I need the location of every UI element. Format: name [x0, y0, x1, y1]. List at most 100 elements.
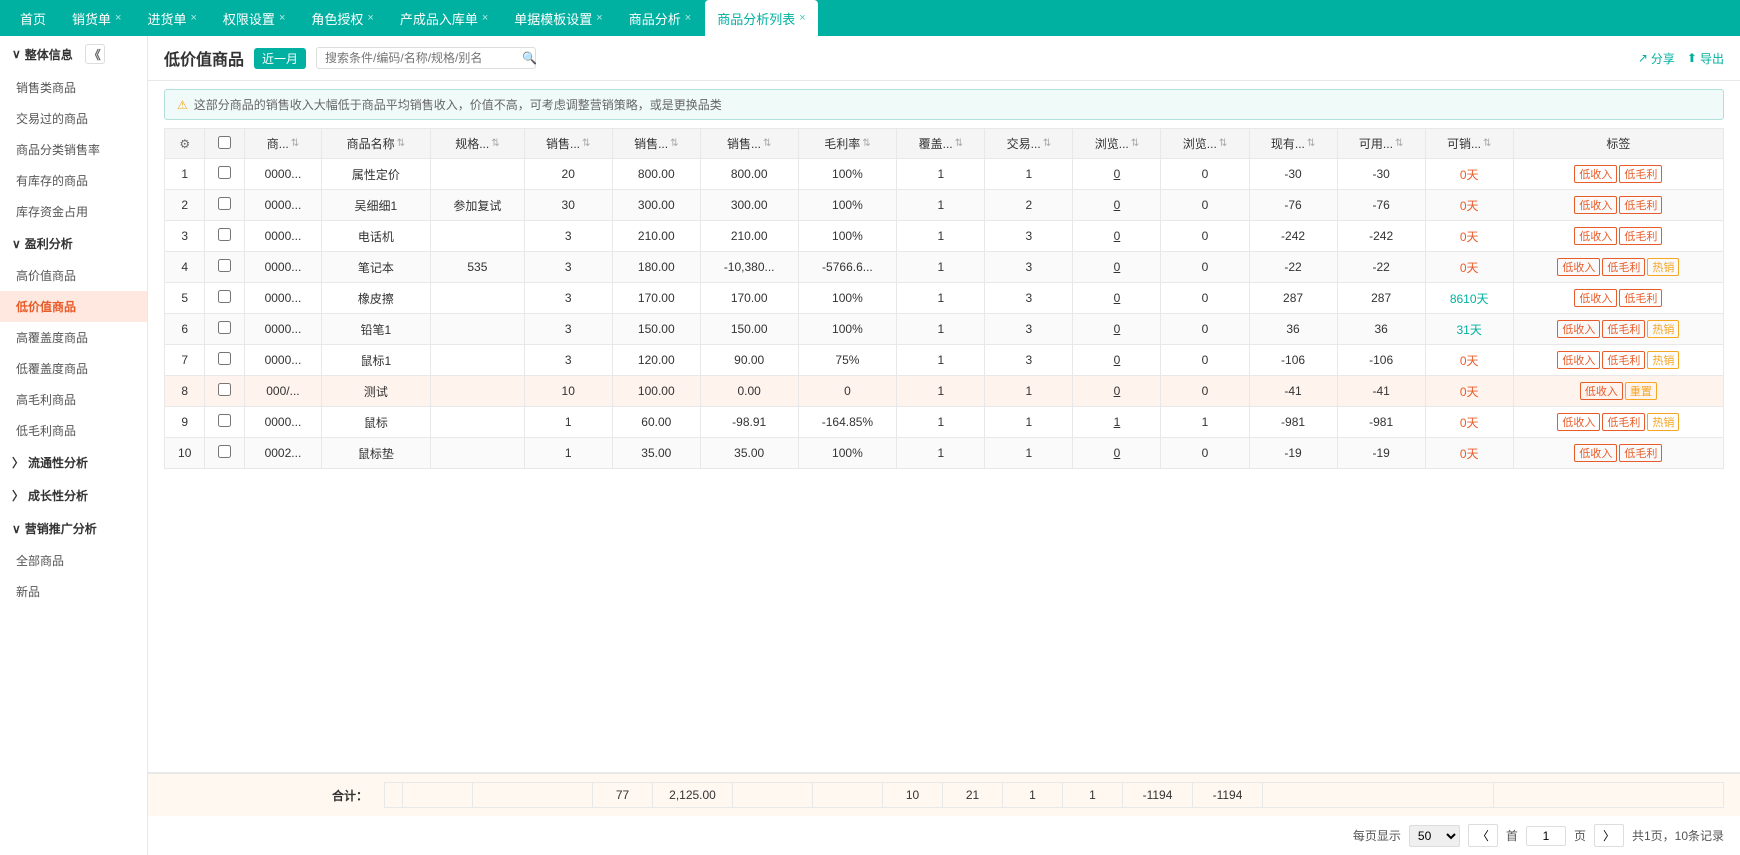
- nav-close-analysis[interactable]: ×: [685, 12, 691, 24]
- row-checkbox[interactable]: [205, 283, 245, 314]
- nav-home[interactable]: 首页: [8, 0, 58, 36]
- row-select-checkbox[interactable]: [218, 352, 231, 365]
- row-browse1[interactable]: 0: [1073, 438, 1161, 469]
- nav-close-template[interactable]: ×: [596, 12, 602, 24]
- sort-icon-sell[interactable]: ⇅: [1483, 138, 1491, 149]
- nav-purchase[interactable]: 进货单 ×: [135, 0, 208, 36]
- sort-icon-name[interactable]: ⇅: [397, 138, 405, 149]
- row-browse1[interactable]: 0: [1073, 314, 1161, 345]
- row-checkbox[interactable]: [205, 159, 245, 190]
- row-select-checkbox[interactable]: [218, 321, 231, 334]
- export-btn[interactable]: ⬆ 导出: [1687, 50, 1724, 67]
- gear-icon[interactable]: ⚙: [179, 137, 190, 151]
- row-checkbox[interactable]: [205, 221, 245, 252]
- row-select-checkbox[interactable]: [218, 228, 231, 241]
- nav-close-role[interactable]: ×: [367, 12, 373, 24]
- browse-link[interactable]: 0: [1114, 198, 1121, 212]
- sidebar-group-flow[interactable]: 〉 流通性分析: [0, 446, 147, 479]
- sort-icon-cov[interactable]: ⇅: [955, 138, 963, 149]
- sidebar-item-low-value[interactable]: 低价值商品: [0, 291, 147, 322]
- row-browse1[interactable]: 0: [1073, 190, 1161, 221]
- row-browse1[interactable]: 0: [1073, 159, 1161, 190]
- row-select-checkbox[interactable]: [218, 259, 231, 272]
- browse-link[interactable]: 0: [1114, 353, 1121, 367]
- nav-close-sales[interactable]: ×: [115, 12, 121, 24]
- sort-icon-sa[interactable]: ⇅: [670, 138, 678, 149]
- row-select-checkbox[interactable]: [218, 445, 231, 458]
- table-area[interactable]: ⚙ 商... ⇅ 商品名称 ⇅ 规格... ⇅ 销售... ⇅ 销售... ⇅ …: [148, 128, 1740, 772]
- nav-close-analysis-list[interactable]: ×: [799, 12, 805, 24]
- row-checkbox[interactable]: [205, 190, 245, 221]
- nav-close-product-in[interactable]: ×: [482, 12, 488, 24]
- date-filter-btn[interactable]: 近一月: [254, 48, 306, 69]
- sort-icon-avail[interactable]: ⇅: [1395, 138, 1403, 149]
- sidebar-item-sales-goods[interactable]: 销售类商品: [0, 72, 147, 103]
- sort-icon-margin[interactable]: ⇅: [862, 138, 870, 149]
- sort-icon-sp[interactable]: ⇅: [763, 138, 771, 149]
- search-input[interactable]: [316, 47, 536, 69]
- nav-analysis-list[interactable]: 商品分析列表 ×: [705, 0, 817, 36]
- select-all-checkbox[interactable]: [218, 136, 231, 149]
- row-select-checkbox[interactable]: [218, 197, 231, 210]
- row-checkbox[interactable]: [205, 438, 245, 469]
- nav-close-perm[interactable]: ×: [279, 12, 285, 24]
- sidebar-item-low-margin[interactable]: 低毛利商品: [0, 415, 147, 446]
- next-page-btn[interactable]: 〉: [1594, 824, 1624, 847]
- row-browse1[interactable]: 0: [1073, 221, 1161, 252]
- browse-link[interactable]: 0: [1114, 291, 1121, 305]
- sort-icon-code[interactable]: ⇅: [291, 138, 299, 149]
- sidebar-item-low-coverage[interactable]: 低覆盖度商品: [0, 353, 147, 384]
- row-browse1[interactable]: 1: [1073, 407, 1161, 438]
- nav-product-in[interactable]: 产成品入库单 ×: [388, 0, 500, 36]
- row-browse1[interactable]: 0: [1073, 252, 1161, 283]
- nav-close-purchase[interactable]: ×: [190, 12, 196, 24]
- share-btn[interactable]: ↗ 分享: [1638, 50, 1675, 67]
- nav-analysis[interactable]: 商品分析 ×: [617, 0, 703, 36]
- row-select-checkbox[interactable]: [218, 414, 231, 427]
- sidebar-item-category-rate[interactable]: 商品分类销售率: [0, 134, 147, 165]
- search-icon[interactable]: 🔍: [522, 51, 537, 65]
- row-select-checkbox[interactable]: [218, 166, 231, 179]
- th-settings[interactable]: ⚙: [165, 129, 205, 159]
- sidebar-item-stock-value[interactable]: 库存资金占用: [0, 196, 147, 227]
- sidebar-group-overview[interactable]: ∨ 整体信息 《: [0, 36, 147, 72]
- browse-link[interactable]: 0: [1114, 229, 1121, 243]
- row-checkbox[interactable]: [205, 345, 245, 376]
- sidebar-item-high-value[interactable]: 高价值商品: [0, 260, 147, 291]
- sidebar-group-profit[interactable]: ∨ 盈利分析: [0, 227, 147, 260]
- sidebar-group-growth[interactable]: 〉 成长性分析: [0, 479, 147, 512]
- row-browse1[interactable]: 0: [1073, 376, 1161, 407]
- row-select-checkbox[interactable]: [218, 383, 231, 396]
- browse-link[interactable]: 1: [1114, 415, 1121, 429]
- sort-icon-stock[interactable]: ⇅: [1307, 138, 1315, 149]
- sidebar-item-high-coverage[interactable]: 高覆盖度商品: [0, 322, 147, 353]
- sort-icon-sq[interactable]: ⇅: [582, 138, 590, 149]
- sidebar-item-traded-goods[interactable]: 交易过的商品: [0, 103, 147, 134]
- row-select-checkbox[interactable]: [218, 290, 231, 303]
- nav-perm[interactable]: 权限设置 ×: [211, 0, 297, 36]
- row-checkbox[interactable]: [205, 407, 245, 438]
- row-browse1[interactable]: 0: [1073, 345, 1161, 376]
- per-page-select[interactable]: 50 100 200: [1409, 825, 1460, 847]
- browse-link[interactable]: 0: [1114, 446, 1121, 460]
- browse-link[interactable]: 0: [1114, 260, 1121, 274]
- sidebar-item-stock-goods[interactable]: 有库存的商品: [0, 165, 147, 196]
- sidebar-group-marketing[interactable]: ∨ 营销推广分析: [0, 512, 147, 545]
- sidebar-item-new-goods[interactable]: 新品: [0, 576, 147, 607]
- first-page-btn[interactable]: 〈: [1468, 824, 1498, 847]
- sidebar-item-high-margin[interactable]: 高毛利商品: [0, 384, 147, 415]
- sidebar-collapse-btn[interactable]: 《: [85, 44, 105, 64]
- row-browse1[interactable]: 0: [1073, 283, 1161, 314]
- browse-link[interactable]: 0: [1114, 322, 1121, 336]
- sidebar-item-all-goods[interactable]: 全部商品: [0, 545, 147, 576]
- nav-role[interactable]: 角色授权 ×: [299, 0, 385, 36]
- browse-link[interactable]: 0: [1114, 384, 1121, 398]
- nav-template[interactable]: 单据模板设置 ×: [502, 0, 614, 36]
- nav-sales[interactable]: 销货单 ×: [60, 0, 133, 36]
- browse-link[interactable]: 0: [1114, 167, 1121, 181]
- row-checkbox[interactable]: [205, 376, 245, 407]
- sort-icon-b1[interactable]: ⇅: [1131, 138, 1139, 149]
- sort-icon-spec[interactable]: ⇅: [491, 138, 499, 149]
- sort-icon-b2[interactable]: ⇅: [1219, 138, 1227, 149]
- sort-icon-trade[interactable]: ⇅: [1043, 138, 1051, 149]
